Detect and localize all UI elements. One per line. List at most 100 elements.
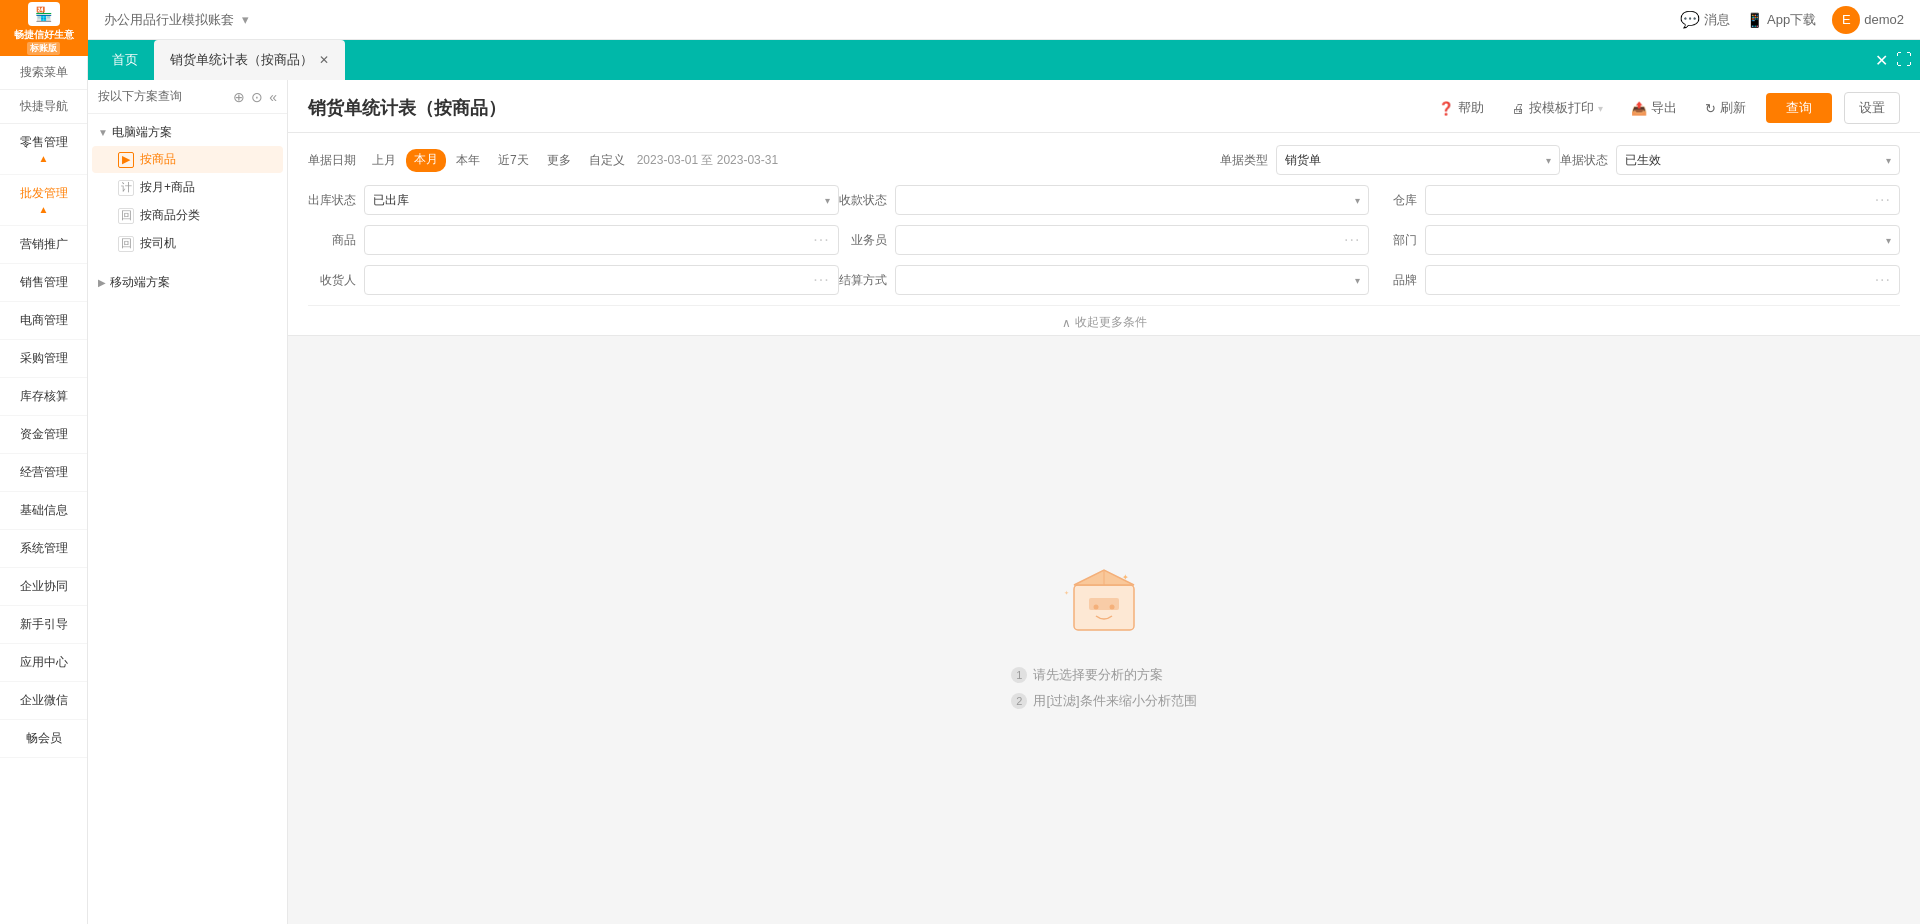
sidebar-item-sales[interactable]: 销售管理 (0, 264, 87, 302)
sidebar-item-marketing[interactable]: 营销推广 (0, 226, 87, 264)
refresh-label: 刷新 (1720, 99, 1746, 117)
filter-product-field: 商品 ··· (308, 225, 839, 255)
doc-type-arrow-icon: ▾ (1546, 155, 1551, 166)
payment-input[interactable]: ▾ (895, 265, 1370, 295)
doc-type-input[interactable]: 销货单 ▾ (1276, 145, 1560, 175)
app-logo[interactable]: 🏪 畅捷信好生意 标账版 (0, 0, 88, 56)
svg-point-4 (1094, 605, 1099, 610)
maximize-icon[interactable]: ⛶ (1896, 51, 1912, 69)
receipt-status-arrow-icon: ▾ (1355, 195, 1360, 206)
doc-status-input[interactable]: 已生效 ▾ (1616, 145, 1900, 175)
tab-close-icon[interactable]: ✕ (319, 53, 329, 67)
export-icon: 📤 (1631, 101, 1647, 116)
sidebar-item-enterprise[interactable]: 企业协同 (0, 568, 87, 606)
sidebar-item-weixin[interactable]: 企业微信 (0, 682, 87, 720)
settings-button[interactable]: 设置 (1844, 92, 1900, 124)
date-tab-this-month[interactable]: 本月 (406, 149, 446, 172)
date-tab-more[interactable]: 更多 (539, 149, 579, 172)
settings-scheme-icon[interactable]: ⊙ (251, 89, 263, 105)
collapse-scheme-icon[interactable]: « (269, 89, 277, 105)
tab-maximize-controls: ✕ ⛶ (1875, 51, 1912, 70)
scheme-section-mobile: ▶ 移动端方案 (88, 264, 287, 301)
out-status-arrow-icon: ▾ (825, 195, 830, 206)
empty-state: ✦ ✦ 1 请先选择要分析的方案 2 用[过滤]条件来缩小分析范围 (288, 336, 1920, 924)
user-profile[interactable]: E demo2 (1832, 6, 1904, 34)
sidebar-item-wholesale[interactable]: 批发管理 ▲ (0, 175, 87, 226)
print-icon: 🖨 (1512, 101, 1525, 116)
filter-payment-field: 结算方式 ▾ (839, 265, 1370, 295)
product-input[interactable]: ··· (364, 225, 839, 255)
dept-label: 部门 (1369, 232, 1425, 249)
sidebar-item-system[interactable]: 系统管理 (0, 530, 87, 568)
tab-home[interactable]: 首页 (96, 40, 154, 80)
print-label: 按模板打印 (1529, 99, 1594, 117)
tab-sales-stats[interactable]: 销货单统计表（按商品） ✕ (154, 40, 345, 80)
tip-num-2: 2 (1011, 693, 1027, 709)
sidebar-item-apps[interactable]: 应用中心 (0, 644, 87, 682)
quick-nav-label: 快捷导航 (20, 99, 68, 113)
pc-group-label: 电脑端方案 (112, 124, 172, 141)
collapse-bar: ∧ 收起更多条件 (308, 305, 1900, 335)
help-btn[interactable]: ❓ 帮助 (1430, 95, 1492, 121)
filter-dept-field: 部门 ▾ (1369, 225, 1900, 255)
staff-input[interactable]: ··· (895, 225, 1370, 255)
scheme-item-by-category[interactable]: 回 按商品分类 (92, 202, 283, 229)
filter-receipt-status-field: 收款状态 ▾ (839, 185, 1370, 215)
svg-rect-3 (1089, 598, 1119, 610)
quick-nav[interactable]: 快捷导航 (0, 90, 87, 124)
app-download-btn[interactable]: 📱 App下载 (1746, 11, 1816, 29)
out-status-input[interactable]: 已出库 ▾ (364, 185, 839, 215)
out-status-label: 出库状态 (308, 192, 364, 209)
sidebar-item-inventory[interactable]: 库存核算 (0, 378, 87, 416)
query-button[interactable]: 查询 (1766, 93, 1832, 123)
date-tab-prev-month[interactable]: 上月 (364, 149, 404, 172)
date-tab-this-year[interactable]: 本年 (448, 149, 488, 172)
empty-tip-1: 1 请先选择要分析的方案 (1011, 666, 1196, 684)
doc-type-value: 销货单 (1285, 152, 1321, 169)
filter-row-3: 商品 ··· 业务员 ··· 部门 (308, 225, 1900, 255)
recipient-input[interactable]: ··· (364, 265, 839, 295)
message-btn[interactable]: 💬 消息 (1680, 10, 1730, 29)
brand-input[interactable]: ··· (1425, 265, 1900, 295)
print-btn[interactable]: 🖨 按模板打印 ▾ (1504, 95, 1611, 121)
date-tab-custom[interactable]: 自定义 (581, 149, 633, 172)
pc-group-arrow: ▼ (98, 127, 108, 138)
sidebar-item-finance[interactable]: 资金管理 (0, 416, 87, 454)
filter-area: 单据日期 上月 本月 本年 近7天 更多 自定义 2023-03-01 至 20… (288, 133, 1920, 336)
user-name: demo2 (1864, 12, 1904, 27)
scheme-section-pc: ▼ 电脑端方案 ▶ 按商品 计 按月+商品 回 按商品分类 回 按司机 (88, 114, 287, 264)
scheme-item-by-printer[interactable]: 回 按司机 (92, 230, 283, 257)
close-window-icon[interactable]: ✕ (1875, 51, 1888, 70)
sidebar-item-member[interactable]: 畅会员 (0, 720, 87, 758)
date-tabs: 上月 本月 本年 近7天 更多 自定义 (364, 149, 633, 172)
refresh-btn[interactable]: ↻ 刷新 (1697, 95, 1754, 121)
export-btn[interactable]: 📤 导出 (1623, 95, 1685, 121)
collapse-button[interactable]: ∧ 收起更多条件 (1062, 314, 1147, 331)
date-tab-7days[interactable]: 近7天 (490, 149, 537, 172)
sidebar-item-ecommerce[interactable]: 电商管理 (0, 302, 87, 340)
brand-label: 品牌 (1369, 272, 1425, 289)
product-label: 商品 (308, 232, 364, 249)
scheme-item-by-month-product[interactable]: 计 按月+商品 (92, 174, 283, 201)
scheme-group-pc[interactable]: ▼ 电脑端方案 (88, 120, 287, 145)
filter-row-4: 收货人 ··· 结算方式 ▾ 品牌 (308, 265, 1900, 295)
scheme-item-by-product[interactable]: ▶ 按商品 (92, 146, 283, 173)
help-icon: ❓ (1438, 101, 1454, 116)
sidebar-item-basic[interactable]: 基础信息 (0, 492, 87, 530)
scheme-group-mobile[interactable]: ▶ 移动端方案 (88, 270, 287, 295)
dept-input[interactable]: ▾ (1425, 225, 1900, 255)
sidebar-item-purchase[interactable]: 采购管理 (0, 340, 87, 378)
header-actions: 💬 消息 📱 App下载 E demo2 (1680, 6, 1904, 34)
workspace-arrow[interactable]: ▾ (242, 12, 249, 27)
sidebar-item-retail[interactable]: 零售管理 ▲ (0, 124, 87, 175)
filter-doc-type-field: 单据类型 销货单 ▾ (1220, 145, 1560, 175)
sidebar-item-guide[interactable]: 新手引导 (0, 606, 87, 644)
svg-text:✦: ✦ (1064, 590, 1069, 596)
add-scheme-icon[interactable]: ⊕ (233, 89, 245, 105)
page-actions: ❓ 帮助 🖨 按模板打印 ▾ 📤 导出 ↻ 刷新 (1430, 92, 1900, 124)
receipt-status-input[interactable]: ▾ (895, 185, 1370, 215)
warehouse-input[interactable]: ··· (1425, 185, 1900, 215)
search-menu[interactable]: 搜索菜单 (0, 56, 87, 90)
sidebar-item-operations[interactable]: 经营管理 (0, 454, 87, 492)
filter-date-field: 单据日期 上月 本月 本年 近7天 更多 自定义 2023-03-01 至 20… (308, 149, 1220, 172)
